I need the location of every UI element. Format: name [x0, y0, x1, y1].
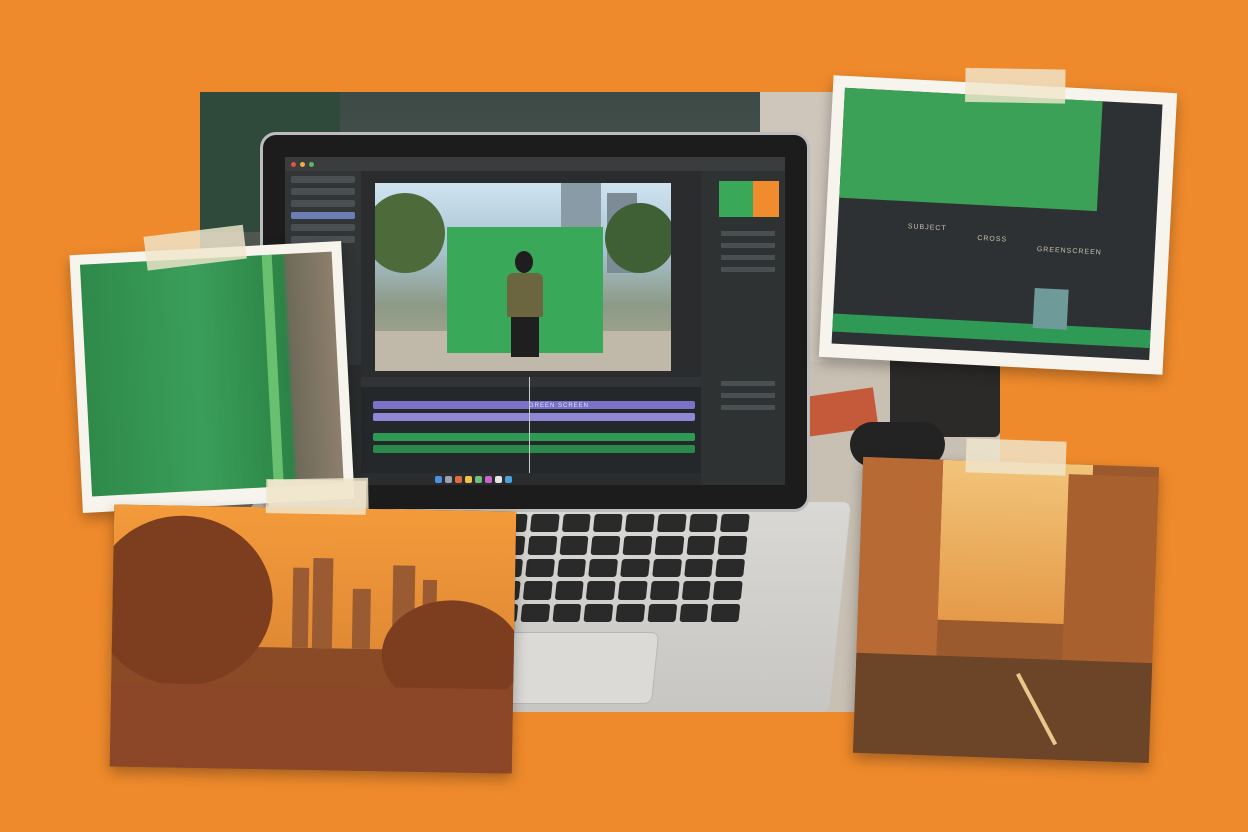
minimize-dot-icon — [300, 161, 305, 167]
skyline-building — [311, 557, 334, 649]
tree — [605, 203, 671, 273]
audio-track — [373, 445, 695, 453]
green-fabric-polaroid — [69, 224, 369, 514]
close-dot-icon — [291, 161, 296, 167]
maximize-dot-icon — [309, 161, 314, 167]
dock-app-icon — [455, 476, 462, 483]
dock-app-icon — [475, 476, 482, 483]
building-right — [1061, 474, 1159, 688]
clip-thumbnail-orange — [753, 181, 779, 217]
timeline-panel: GREEN SCREEN — [361, 377, 701, 473]
person-head — [515, 251, 533, 273]
clip-block — [1032, 288, 1069, 330]
tape — [265, 479, 367, 515]
park-photo — [109, 504, 517, 774]
video-track — [373, 413, 695, 421]
panel-row — [721, 267, 775, 272]
project-item — [291, 200, 355, 207]
playhead — [529, 377, 530, 473]
dock-app-icon — [465, 476, 472, 483]
project-item-selected — [291, 212, 355, 219]
editor-closeup-polaroid: SUBJECT CROSS GREENSCREEN — [818, 67, 1178, 375]
road — [852, 652, 1153, 764]
panel-row — [721, 405, 775, 410]
audio-track — [373, 433, 695, 441]
program-monitor — [375, 183, 671, 371]
dock-app-icon — [445, 476, 452, 483]
collage-canvas: GREEN SCREEN SUBJECT CROSS GREENSCREEN — [0, 0, 1248, 832]
tape — [965, 438, 1067, 476]
tree — [375, 193, 445, 273]
green-track — [832, 313, 1151, 349]
building-left — [856, 456, 944, 660]
app-titlebar — [285, 157, 785, 171]
video-editor-app: GREEN SCREEN — [285, 157, 785, 485]
timeline-label: GREENSCREEN — [1036, 246, 1102, 257]
fabric-frayed-edge — [261, 254, 284, 487]
effects-panel — [701, 171, 785, 485]
timeline-label: SUBJECT — [907, 223, 947, 233]
dock-app-icon — [435, 476, 442, 483]
panel-row — [721, 243, 775, 248]
timeline-label: CROSS — [977, 234, 1008, 244]
dock-app-icon — [495, 476, 502, 483]
panel-row — [721, 393, 775, 398]
timeline-ruler — [361, 377, 701, 387]
panel-row — [721, 231, 775, 236]
person-legs — [511, 317, 539, 357]
green-fabric-photo — [79, 251, 344, 497]
project-item — [291, 188, 355, 195]
panel-row — [721, 381, 775, 386]
park-ground — [109, 682, 514, 774]
dock-app-icon — [505, 476, 512, 483]
project-item — [291, 224, 355, 231]
track-clip-label: GREEN SCREEN — [529, 403, 590, 409]
street-photo — [852, 456, 1160, 764]
skyline-building — [351, 588, 371, 649]
green-screen-closeup — [839, 87, 1103, 212]
dock-app-icon — [485, 476, 492, 483]
skyline-building — [291, 567, 310, 648]
person-torso — [507, 273, 543, 317]
panel-row — [721, 255, 775, 260]
taskbar-dock — [435, 474, 512, 485]
tape — [965, 67, 1066, 104]
editor-closeup-photo: SUBJECT CROSS GREENSCREEN — [831, 87, 1163, 361]
project-item — [291, 176, 355, 183]
